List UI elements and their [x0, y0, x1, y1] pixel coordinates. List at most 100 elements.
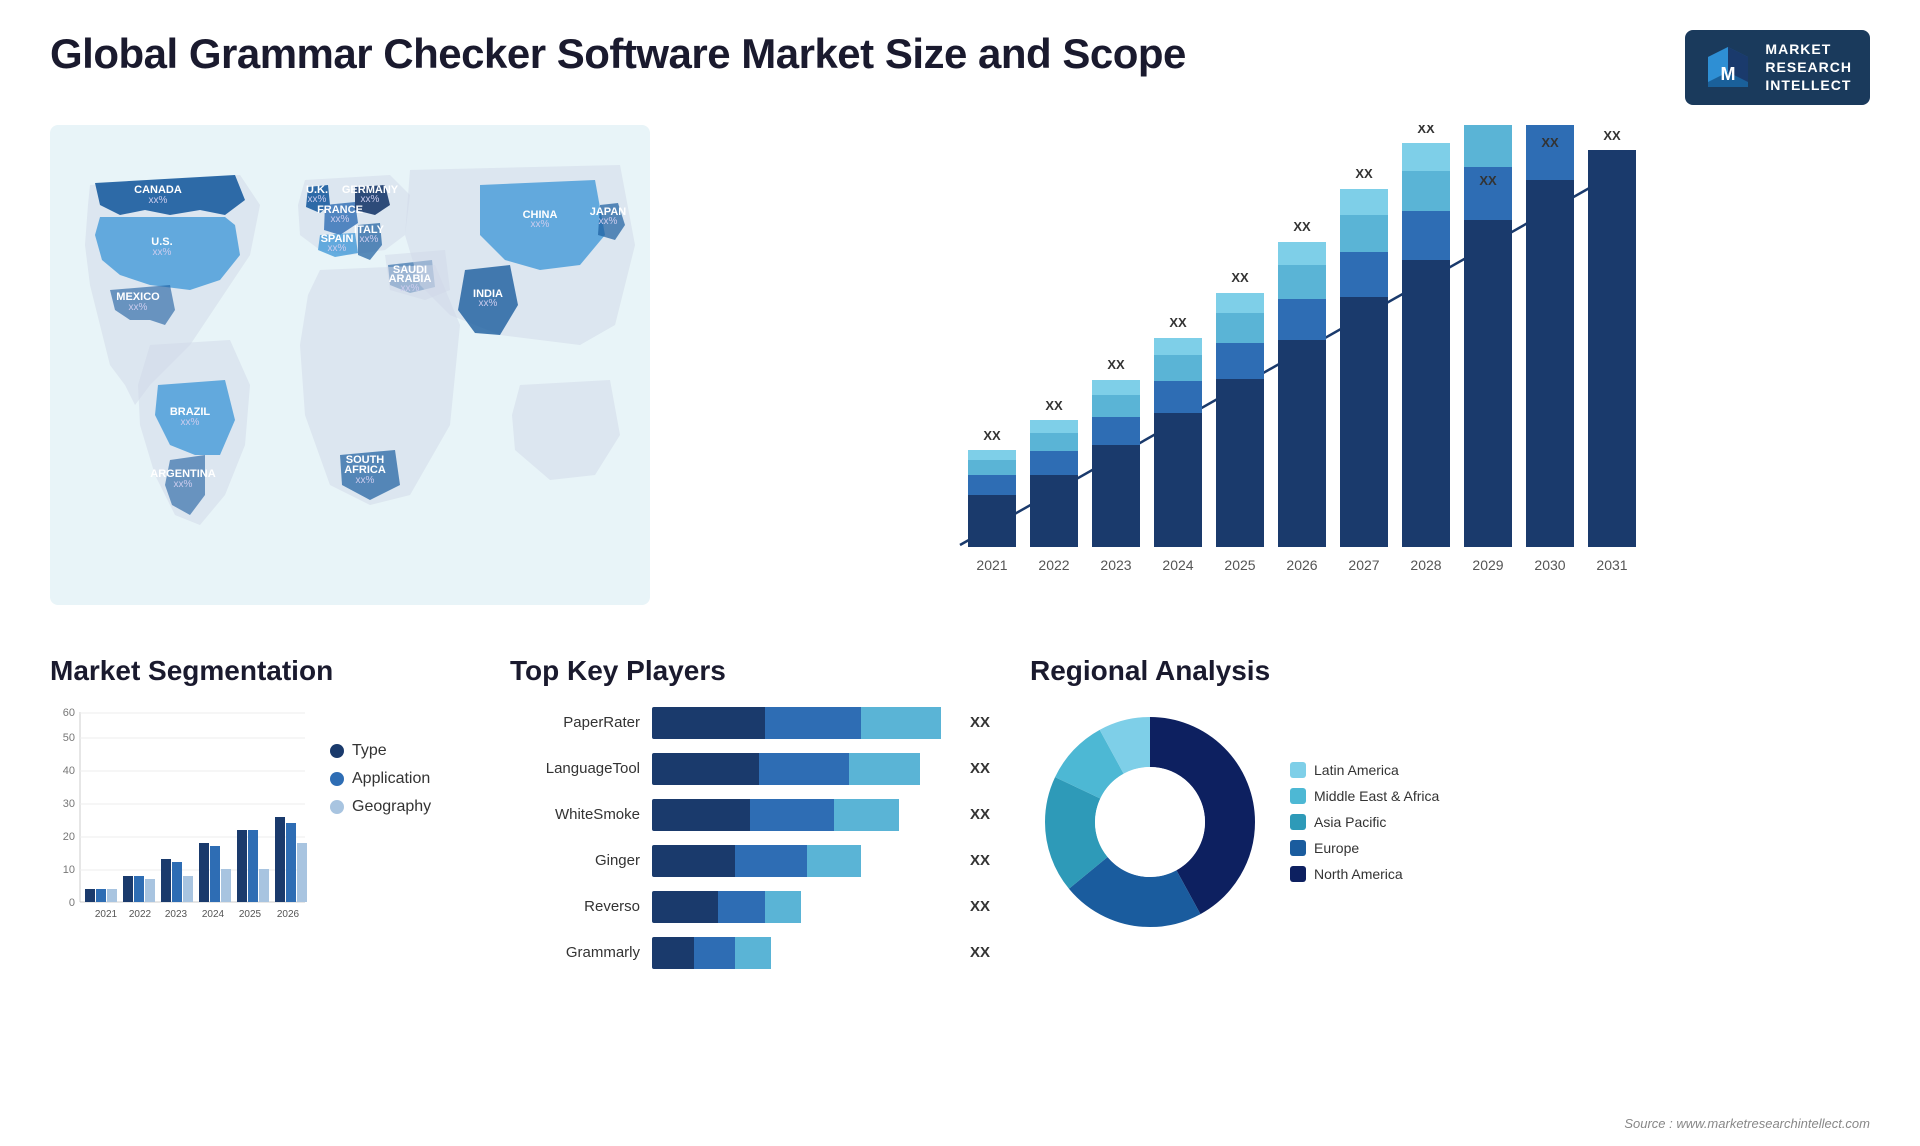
regional-legend: Latin America Middle East & Africa Asia … — [1290, 762, 1439, 882]
bar-seg1 — [652, 891, 718, 923]
svg-text:xx%: xx% — [328, 243, 347, 254]
segmentation-svg: 0 10 20 30 40 50 60 — [50, 702, 310, 932]
svg-text:2026: 2026 — [277, 909, 300, 920]
svg-text:20: 20 — [63, 831, 75, 843]
donut-svg — [1030, 702, 1270, 942]
bar-seg1 — [652, 799, 750, 831]
svg-text:xx%: xx% — [153, 247, 172, 258]
player-row-grammarly: Grammarly XX — [510, 937, 990, 969]
bar-seg3 — [834, 799, 900, 831]
legend-color — [1290, 840, 1306, 856]
regional-title: Regional Analysis — [1030, 655, 1870, 687]
bottom-row: Market Segmentation 0 10 20 30 40 — [50, 655, 1870, 969]
svg-text:XX: XX — [1293, 219, 1311, 234]
svg-text:xx%: xx% — [361, 194, 380, 205]
svg-text:30: 30 — [63, 798, 75, 810]
legend-application: Application — [330, 770, 431, 788]
players-bars: PaperRater XX LanguageTool — [510, 702, 990, 969]
svg-text:40: 40 — [63, 765, 75, 777]
svg-text:xx%: xx% — [181, 417, 200, 428]
bar-seg3 — [765, 891, 801, 923]
svg-text:xx%: xx% — [149, 195, 168, 206]
svg-text:2030: 2030 — [1534, 557, 1565, 573]
svg-text:2028: 2028 — [1410, 557, 1441, 573]
svg-text:2027: 2027 — [1348, 557, 1379, 573]
svg-text:2029: 2029 — [1472, 557, 1503, 573]
player-row-reverso: Reverso XX — [510, 891, 990, 923]
svg-text:2023: 2023 — [165, 909, 188, 920]
legend-application-dot — [330, 772, 344, 786]
map-section: CANADA xx% U.S. xx% MEXICO xx% BRAZIL xx… — [50, 125, 650, 605]
svg-text:xx%: xx% — [174, 479, 193, 490]
legend-color — [1290, 866, 1306, 882]
page-title: Global Grammar Checker Software Market S… — [50, 30, 1186, 78]
legend-color — [1290, 814, 1306, 830]
player-row-paperrater: PaperRater XX — [510, 707, 990, 739]
player-bar — [652, 845, 950, 877]
player-name: LanguageTool — [510, 760, 640, 777]
svg-text:XX: XX — [1045, 398, 1063, 413]
svg-text:XX: XX — [1169, 315, 1187, 330]
svg-text:50: 50 — [63, 732, 75, 744]
svg-text:2022: 2022 — [1038, 557, 1069, 573]
bar-seg3 — [735, 937, 771, 969]
bar-seg1 — [652, 937, 694, 969]
legend-geography: Geography — [330, 798, 431, 816]
legend-color — [1290, 762, 1306, 778]
top-row: CANADA xx% U.S. xx% MEXICO xx% BRAZIL xx… — [50, 125, 1870, 635]
logo: M MARKET RESEARCH INTELLECT — [1685, 30, 1870, 105]
bar-seg2 — [759, 753, 848, 785]
svg-text:2023: 2023 — [1100, 557, 1131, 573]
reg-legend-latin-america: Latin America — [1290, 762, 1439, 778]
player-bar — [652, 753, 950, 785]
player-row-languagetool: LanguageTool XX — [510, 753, 990, 785]
growth-chart: XX XX XX XX — [690, 125, 1870, 605]
svg-text:xx%: xx% — [401, 283, 420, 294]
player-name: Ginger — [510, 852, 640, 869]
svg-text:2021: 2021 — [976, 557, 1007, 573]
world-map-svg: CANADA xx% U.S. xx% MEXICO xx% BRAZIL xx… — [50, 125, 650, 605]
legend-geography-dot — [330, 800, 344, 814]
segmentation-title: Market Segmentation — [50, 655, 470, 687]
svg-text:10: 10 — [63, 864, 75, 876]
svg-text:2021: 2021 — [95, 909, 118, 920]
svg-text:2025: 2025 — [1224, 557, 1255, 573]
bar-seg2 — [750, 799, 833, 831]
svg-text:XX: XX — [1231, 270, 1249, 285]
svg-text:2025: 2025 — [239, 909, 262, 920]
seg-chart-wrapper: 0 10 20 30 40 50 60 — [50, 702, 470, 932]
svg-text:XX: XX — [1479, 173, 1497, 188]
legend-type-dot — [330, 744, 344, 758]
source-text: Source : www.marketresearchintellect.com — [1624, 1116, 1870, 1131]
player-name: Grammarly — [510, 944, 640, 961]
svg-text:xx%: xx% — [599, 216, 618, 227]
logo-text: MARKET RESEARCH INTELLECT — [1765, 40, 1852, 95]
players-section: Top Key Players PaperRater XX LanguageTo… — [510, 655, 990, 969]
svg-text:XX: XX — [1541, 135, 1559, 150]
player-bar — [652, 799, 950, 831]
player-bar — [652, 937, 950, 969]
bar-seg1 — [652, 707, 765, 739]
growth-chart-svg: XX XX XX XX — [690, 125, 1870, 605]
svg-text:XX: XX — [1107, 357, 1125, 372]
svg-text:xx%: xx% — [129, 302, 148, 313]
svg-text:XX: XX — [983, 428, 1001, 443]
page-container: Global Grammar Checker Software Market S… — [0, 0, 1920, 1146]
reg-legend-europe: Europe — [1290, 840, 1439, 856]
svg-text:2031: 2031 — [1596, 557, 1627, 573]
svg-text:XX: XX — [1355, 166, 1373, 181]
svg-text:xx%: xx% — [360, 234, 379, 245]
svg-text:XX: XX — [1417, 125, 1435, 136]
reg-legend-asia-pacific: Asia Pacific — [1290, 814, 1439, 830]
svg-text:0: 0 — [69, 897, 75, 909]
reg-legend-north-america: North America — [1290, 866, 1439, 882]
player-bar — [652, 707, 950, 739]
legend-type: Type — [330, 742, 431, 760]
bar-seg2 — [735, 845, 807, 877]
bar-seg2 — [694, 937, 736, 969]
seg-legend: Type Application Geography — [330, 702, 431, 816]
segmentation-section: Market Segmentation 0 10 20 30 40 — [50, 655, 470, 969]
player-row-whitesmoke: WhiteSmoke XX — [510, 799, 990, 831]
header: Global Grammar Checker Software Market S… — [50, 30, 1870, 105]
logo-icon: M — [1703, 42, 1753, 92]
